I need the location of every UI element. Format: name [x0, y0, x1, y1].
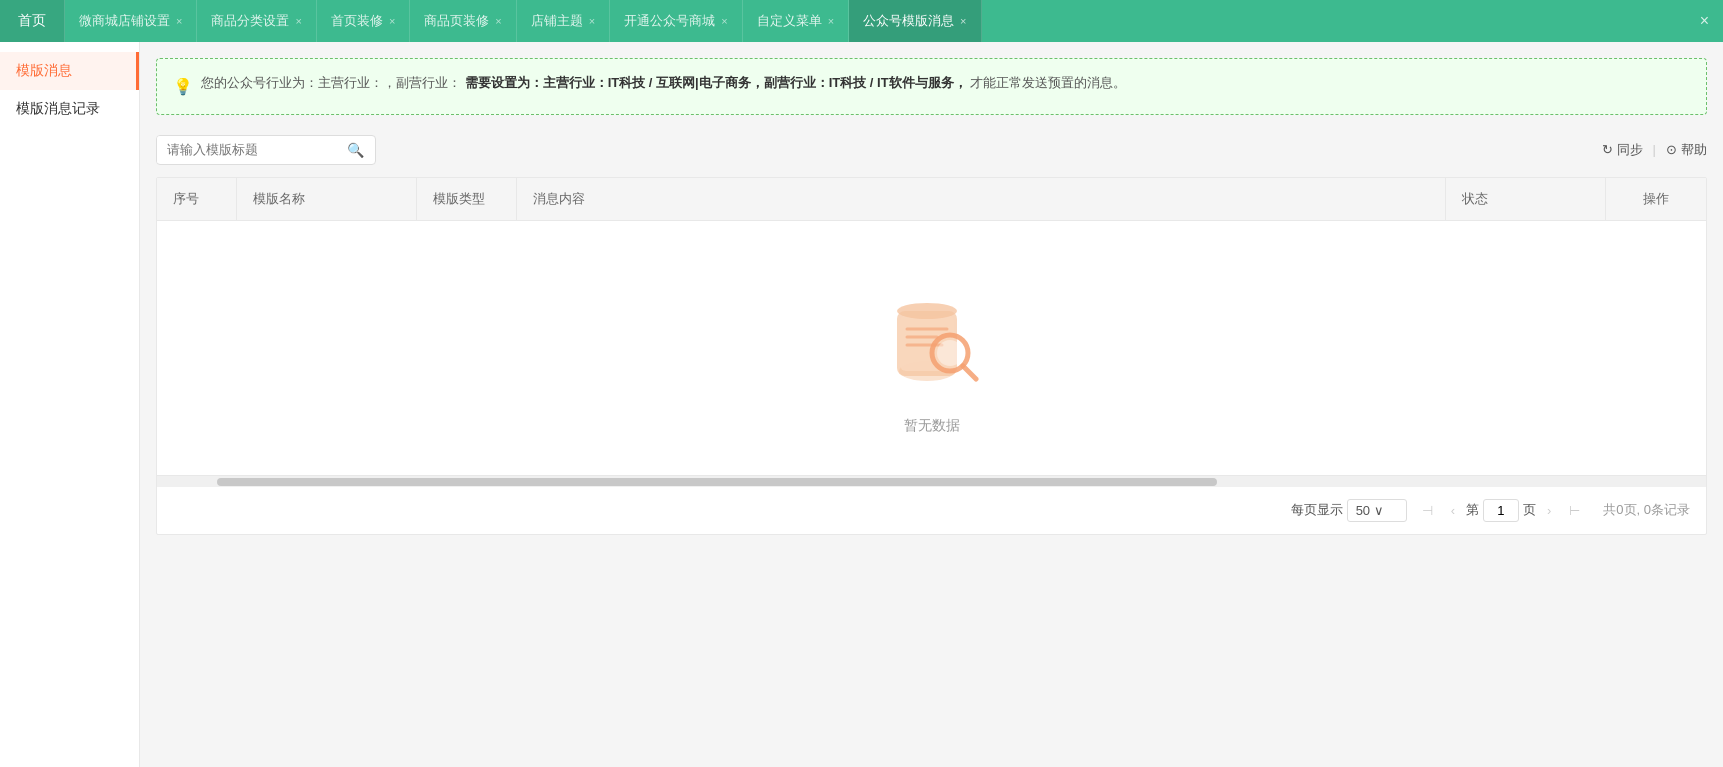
empty-icon — [872, 281, 992, 401]
last-page-button[interactable]: ⊢ — [1562, 500, 1587, 521]
col-header-status: 状态 — [1446, 178, 1606, 220]
template-msg-label: 公众号模版消息 — [863, 12, 954, 30]
first-page-button[interactable]: ⊣ — [1415, 500, 1440, 521]
search-icon: 🔍 — [347, 142, 364, 158]
close-home-decor-icon[interactable]: × — [389, 15, 395, 27]
col-header-seq: 序号 — [157, 178, 237, 220]
content-area: 💡 您的公众号行业为：主营行业：，副营行业： 需要设置为：主营行业：IT科技 /… — [140, 42, 1723, 767]
close-custom-menu-icon[interactable]: × — [828, 15, 834, 27]
sync-icon: ↻ — [1602, 142, 1613, 157]
search-button[interactable]: 🔍 — [337, 136, 374, 164]
nav-tab-home[interactable]: 首页 — [0, 0, 65, 42]
total-info: 共0页, 0条记录 — [1603, 501, 1690, 519]
page-size-selector: 每页显示 50 ∨ — [1291, 499, 1407, 522]
close-category-settings-icon[interactable]: × — [295, 15, 301, 27]
home-tab-label: 首页 — [18, 12, 46, 30]
empty-state: 暂无数据 — [157, 221, 1706, 475]
nav-tab-category-settings[interactable]: 商品分类设置 × — [197, 0, 316, 42]
divider: | — [1653, 142, 1656, 157]
close-open-mall-icon[interactable]: × — [721, 15, 727, 27]
page-unit: 页 — [1523, 501, 1536, 519]
page-size-select-box[interactable]: 50 ∨ — [1347, 499, 1407, 522]
nav-tab-store-theme[interactable]: 店铺主题 × — [517, 0, 610, 42]
close-store-theme-icon[interactable]: × — [589, 15, 595, 27]
bulb-icon: 💡 — [173, 74, 193, 100]
help-button[interactable]: ⊙ 帮助 — [1666, 141, 1707, 159]
main-layout: 模版消息 模版消息记录 💡 您的公众号行业为：主营行业：，副营行业： 需要设置为… — [0, 42, 1723, 767]
category-settings-label: 商品分类设置 — [211, 12, 289, 30]
page-navigation: ⊣ ‹ 第 页 › ⊢ — [1415, 499, 1588, 522]
sidebar: 模版消息 模版消息记录 — [0, 42, 140, 767]
table-header: 序号 模版名称 模版类型 消息内容 状态 操作 — [157, 178, 1706, 221]
horizontal-scrollbar[interactable] — [157, 475, 1706, 487]
data-table: 序号 模版名称 模版类型 消息内容 状态 操作 — [156, 177, 1707, 535]
sidebar-item-label: 模版消息记录 — [16, 100, 100, 116]
svg-line-9 — [963, 366, 976, 379]
nav-tab-home-decor[interactable]: 首页装修 × — [317, 0, 410, 42]
page-number-input[interactable] — [1483, 499, 1519, 522]
nav-tab-product-decor[interactable]: 商品页装修 × — [410, 0, 516, 42]
notice-box: 💡 您的公众号行业为：主营行业：，副营行业： 需要设置为：主营行业：IT科技 /… — [156, 58, 1707, 115]
next-page-button[interactable]: › — [1540, 500, 1558, 521]
close-product-decor-icon[interactable]: × — [495, 15, 501, 27]
search-input[interactable] — [157, 136, 337, 163]
current-page-prefix: 第 — [1466, 501, 1479, 519]
store-settings-label: 微商城店铺设置 — [79, 12, 170, 30]
pagination: 每页显示 50 ∨ ⊣ ‹ 第 页 › ⊢ 共0页, 0条记录 — [157, 487, 1706, 534]
sync-button[interactable]: ↻ 同步 — [1602, 141, 1643, 159]
top-nav: 首页 微商城店铺设置 × 商品分类设置 × 首页装修 × 商品页装修 × 店铺主… — [0, 0, 1723, 42]
nav-tab-template-msg[interactable]: 公众号模版消息 × — [849, 0, 981, 42]
col-header-type: 模版类型 — [417, 178, 517, 220]
home-decor-label: 首页装修 — [331, 12, 383, 30]
sidebar-item-label: 模版消息 — [16, 62, 72, 78]
notice-text: 您的公众号行业为：主营行业：，副营行业： 需要设置为：主营行业：IT科技 / 互… — [201, 73, 1126, 94]
nav-tab-custom-menu[interactable]: 自定义菜单 × — [743, 0, 849, 42]
close-store-settings-icon[interactable]: × — [176, 15, 182, 27]
product-decor-label: 商品页装修 — [424, 12, 489, 30]
col-header-content: 消息内容 — [517, 178, 1446, 220]
close-template-msg-icon[interactable]: × — [960, 15, 966, 27]
svg-point-6 — [897, 303, 957, 319]
toolbar-right: ↻ 同步 | ⊙ 帮助 — [1602, 141, 1707, 159]
sidebar-item-template-msg[interactable]: 模版消息 — [0, 52, 139, 90]
scrollbar-thumb[interactable] — [217, 478, 1217, 486]
custom-menu-label: 自定义菜单 — [757, 12, 822, 30]
help-icon: ⊙ — [1666, 142, 1677, 157]
svg-point-8 — [937, 340, 963, 366]
store-theme-label: 店铺主题 — [531, 12, 583, 30]
sync-label: 同步 — [1617, 141, 1643, 159]
nav-tab-store-settings[interactable]: 微商城店铺设置 × — [65, 0, 197, 42]
page-size-value: 50 — [1356, 503, 1370, 518]
close-all-button[interactable]: × — [1686, 12, 1723, 30]
sidebar-item-template-msg-records[interactable]: 模版消息记录 — [0, 90, 139, 128]
dropdown-icon: ∨ — [1374, 503, 1384, 518]
help-label: 帮助 — [1681, 141, 1707, 159]
open-mall-label: 开通公众号商城 — [624, 12, 715, 30]
nav-tab-open-mall[interactable]: 开通公众号商城 × — [610, 0, 742, 42]
page-size-label: 每页显示 — [1291, 501, 1343, 519]
toolbar: 🔍 ↻ 同步 | ⊙ 帮助 — [156, 135, 1707, 165]
col-header-name: 模版名称 — [237, 178, 417, 220]
col-header-action: 操作 — [1606, 178, 1706, 220]
search-box: 🔍 — [156, 135, 376, 165]
prev-page-button[interactable]: ‹ — [1444, 500, 1462, 521]
empty-text: 暂无数据 — [904, 417, 960, 435]
